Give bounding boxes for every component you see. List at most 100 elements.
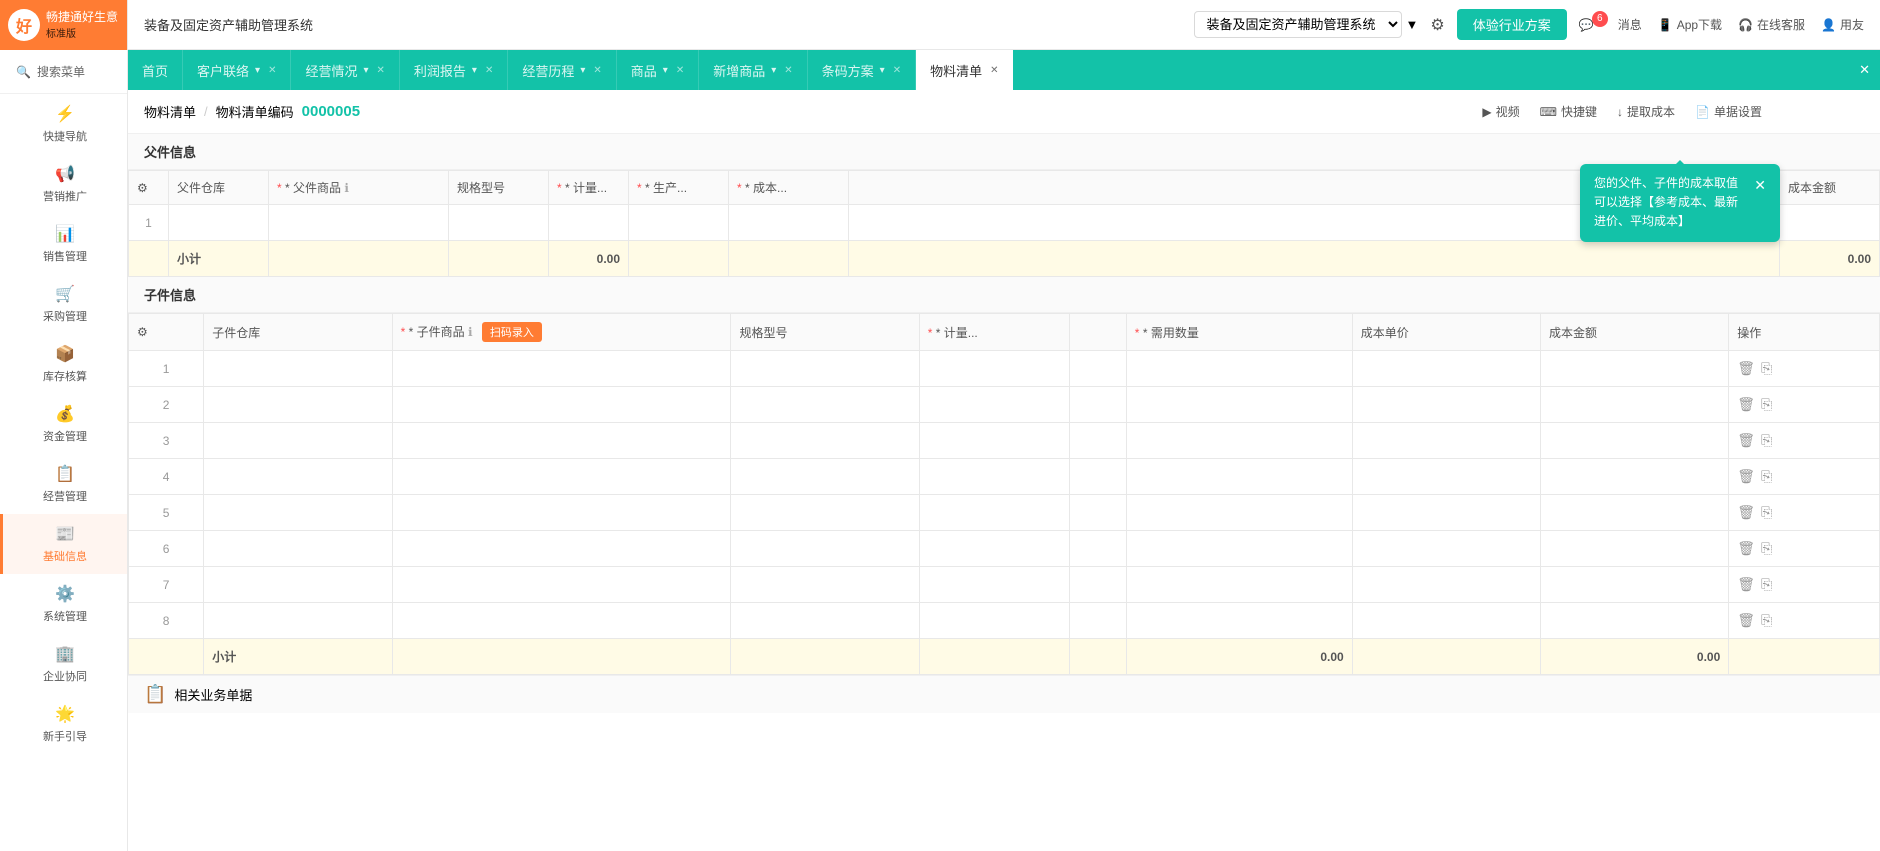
copy-icon[interactable]: ⎘: [1761, 576, 1772, 593]
sidebar-item-inventory[interactable]: 📦库存核算: [0, 334, 127, 394]
child-product-cell[interactable]: [392, 567, 731, 603]
delete-icon[interactable]: 🗑: [1737, 576, 1755, 593]
tab-close-btn[interactable]: ✕: [784, 65, 792, 76]
child-unit-cell[interactable]: [919, 567, 1070, 603]
copy-icon[interactable]: ⎘: [1761, 612, 1772, 629]
child-unit-cell[interactable]: [919, 423, 1070, 459]
child-product-cell[interactable]: [392, 531, 731, 567]
extract-cost-button[interactable]: ↓ 提取成本: [1611, 100, 1681, 123]
parent-spec-cell[interactable]: [449, 205, 549, 241]
sidebar-item-operations[interactable]: 📋经营管理: [0, 454, 127, 514]
settings-gear-icon[interactable]: ⚙: [137, 181, 148, 195]
delete-icon[interactable]: 🗑: [1737, 540, 1755, 557]
online-service-action[interactable]: 🎧 在线客服: [1738, 16, 1805, 33]
tab-close-btn[interactable]: ✕: [593, 65, 601, 76]
child-spec-cell[interactable]: [731, 603, 919, 639]
tooltip-close-button[interactable]: ✕: [1754, 174, 1766, 196]
tab-首页[interactable]: 首页: [128, 50, 183, 90]
parent-product-cell[interactable]: [269, 205, 449, 241]
single-settings-button[interactable]: 📄 单据设置: [1689, 100, 1768, 123]
child-unit-cell[interactable]: [919, 495, 1070, 531]
tab-商品[interactable]: 商品▾✕: [617, 50, 699, 90]
sidebar-search[interactable]: 🔍 搜索菜单: [0, 50, 127, 94]
tab-经营历程[interactable]: 经营历程▾✕: [508, 50, 616, 90]
child-product-cell[interactable]: [392, 495, 731, 531]
child-spec-cell[interactable]: [731, 351, 919, 387]
child-warehouse-cell[interactable]: [204, 567, 392, 603]
copy-icon[interactable]: ⎘: [1761, 396, 1772, 413]
system-selector[interactable]: 装备及固定资产辅助管理系统: [1194, 11, 1402, 38]
child-needed-cell[interactable]: [1126, 459, 1352, 495]
copy-icon[interactable]: ⎘: [1761, 432, 1772, 449]
child-needed-cell[interactable]: [1126, 423, 1352, 459]
child-unit-cell[interactable]: [919, 531, 1070, 567]
child-needed-cell[interactable]: [1126, 567, 1352, 603]
child-amount-cell[interactable]: [1540, 567, 1728, 603]
child-cost-unit-cell[interactable]: [1352, 495, 1540, 531]
copy-icon[interactable]: ⎘: [1761, 468, 1772, 485]
child-spec-cell[interactable]: [731, 459, 919, 495]
child-unit-cell[interactable]: [919, 351, 1070, 387]
nav-next-button[interactable]: ›: [1810, 101, 1832, 123]
message-action[interactable]: 💬 6 消息: [1579, 16, 1642, 33]
child-cost-unit-cell[interactable]: [1352, 531, 1540, 567]
trial-button[interactable]: 体验行业方案: [1457, 9, 1567, 40]
child-unit-cell[interactable]: [919, 387, 1070, 423]
child-cost-unit-cell[interactable]: [1352, 567, 1540, 603]
copy-icon[interactable]: ⎘: [1761, 360, 1772, 377]
child-cost-unit-cell[interactable]: [1352, 387, 1540, 423]
tab-客户联络[interactable]: 客户联络▾✕: [183, 50, 291, 90]
sidebar-item-guide[interactable]: 🌟新手引导: [0, 694, 127, 754]
sidebar-item-system[interactable]: ⚙️系统管理: [0, 574, 127, 634]
child-warehouse-cell[interactable]: [204, 459, 392, 495]
tab-物料清单[interactable]: 物料清单✕: [916, 50, 1013, 90]
child-warehouse-cell[interactable]: [204, 495, 392, 531]
child-amount-cell[interactable]: [1540, 603, 1728, 639]
view-video-button[interactable]: ▶ 视频: [1476, 100, 1525, 123]
child-spec-cell[interactable]: [731, 567, 919, 603]
tab-close-btn[interactable]: ✕: [485, 65, 493, 76]
child-needed-cell[interactable]: [1126, 387, 1352, 423]
sidebar-item-sales[interactable]: 📊销售管理: [0, 214, 127, 274]
copy-icon[interactable]: ⎘: [1761, 504, 1772, 521]
shortcut-button[interactable]: ⌨ 快捷键: [1534, 100, 1603, 123]
child-spec-cell[interactable]: [731, 387, 919, 423]
search-menu-button[interactable]: 🔍 搜索菜单: [8, 58, 119, 85]
child-amount-cell[interactable]: [1540, 459, 1728, 495]
child-needed-cell[interactable]: [1126, 531, 1352, 567]
child-spec-cell[interactable]: [731, 423, 919, 459]
settings-icon[interactable]: ⚙: [1430, 15, 1444, 35]
child-cost-unit-cell[interactable]: [1352, 423, 1540, 459]
child-unit-cell[interactable]: [919, 459, 1070, 495]
parent-warehouse-cell[interactable]: [169, 205, 269, 241]
child-amount-cell[interactable]: [1540, 495, 1728, 531]
parent-amount-cell[interactable]: [1780, 205, 1880, 241]
nav-prev-button[interactable]: ‹: [1778, 101, 1800, 123]
child-product-cell[interactable]: [392, 351, 731, 387]
child-product-cell[interactable]: [392, 603, 731, 639]
child-cost-unit-cell[interactable]: [1352, 459, 1540, 495]
scan-input-button[interactable]: 扫码录入: [482, 322, 542, 342]
child-product-cell[interactable]: [392, 459, 731, 495]
child-amount-cell[interactable]: [1540, 531, 1728, 567]
child-warehouse-cell[interactable]: [204, 531, 392, 567]
child-needed-cell[interactable]: [1126, 351, 1352, 387]
tab-close-btn[interactable]: ✕: [893, 65, 901, 76]
delete-icon[interactable]: 🗑: [1737, 396, 1755, 413]
tab-close-btn[interactable]: ✕: [268, 65, 276, 76]
sidebar-item-purchase[interactable]: 🛒采购管理: [0, 274, 127, 334]
child-cost-unit-cell[interactable]: [1352, 603, 1540, 639]
child-warehouse-cell[interactable]: [204, 351, 392, 387]
child-warehouse-cell[interactable]: [204, 423, 392, 459]
parent-cost-cell[interactable]: [729, 205, 849, 241]
sidebar-item-finance[interactable]: 💰资金管理: [0, 394, 127, 454]
tab-利润报告[interactable]: 利润报告▾✕: [400, 50, 508, 90]
delete-icon[interactable]: 🗑: [1737, 360, 1755, 377]
child-warehouse-cell[interactable]: [204, 387, 392, 423]
child-needed-cell[interactable]: [1126, 495, 1352, 531]
delete-icon[interactable]: 🗑: [1737, 432, 1755, 449]
child-cost-unit-cell[interactable]: [1352, 351, 1540, 387]
child-amount-cell[interactable]: [1540, 351, 1728, 387]
tab-close-btn[interactable]: ✕: [676, 65, 684, 76]
parent-unit-cell[interactable]: [549, 205, 629, 241]
